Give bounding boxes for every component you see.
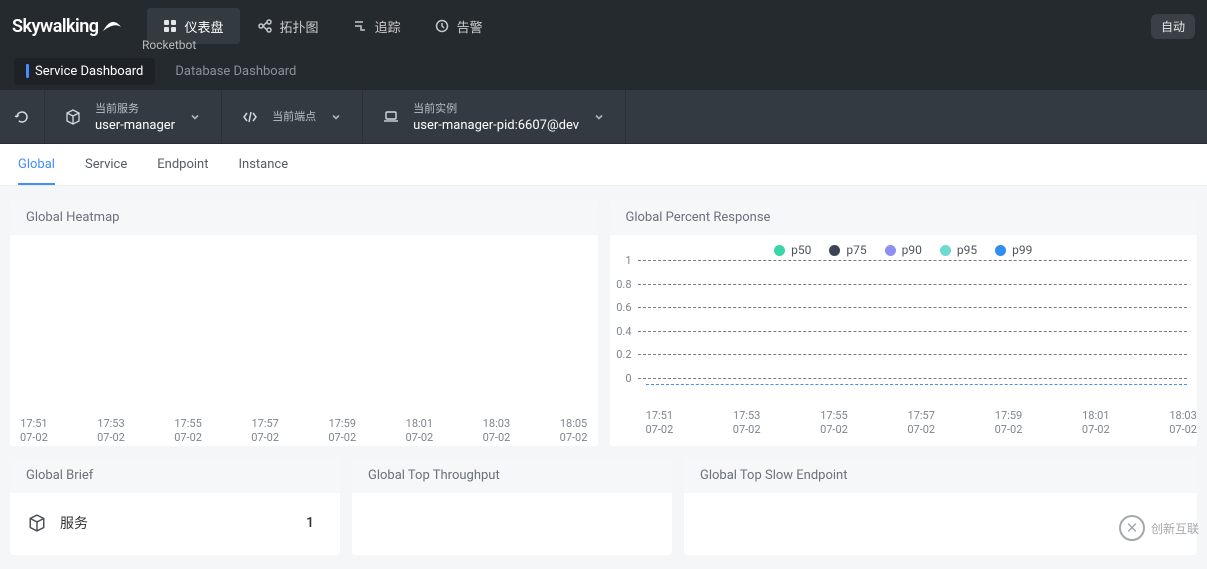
nav-trace-label: 追踪 <box>375 17 401 36</box>
y-tick: 0.8 <box>610 278 1188 291</box>
x-tick: 17:5507-02 <box>820 409 848 438</box>
instance-value: user-manager-pid:6607@dev <box>413 118 579 133</box>
y-tick: 0.6 <box>610 301 1188 314</box>
panel-slow-title: Global Top Slow Endpoint <box>684 458 1197 493</box>
tab-database-dashboard-label: Database Dashboard <box>175 64 296 79</box>
chevron-down-icon <box>593 111 605 123</box>
x-tick: 17:5107-02 <box>20 417 48 446</box>
tab-service-label: Service <box>85 157 127 172</box>
instance-text: 当前实例 user-manager-pid:6607@dev <box>413 100 579 133</box>
selector-left <box>0 90 45 143</box>
brief-row-label: 服务 <box>60 513 88 533</box>
current-endpoint-selector[interactable]: 当前端点 <box>222 90 363 143</box>
code-icon <box>242 109 258 125</box>
panel-throughput-title: Global Top Throughput <box>352 458 672 493</box>
tab-service-dashboard[interactable]: Service Dashboard <box>14 58 155 85</box>
tab-service-dashboard-label: Service Dashboard <box>35 64 143 79</box>
panel-heatmap-title: Global Heatmap <box>10 200 598 235</box>
cube-icon <box>28 514 46 532</box>
watermark-text: 创新互联 <box>1151 520 1199 537</box>
tab-endpoint[interactable]: Endpoint <box>157 145 208 184</box>
tab-service[interactable]: Service <box>85 145 127 184</box>
x-tick: 17:5907-02 <box>328 417 356 446</box>
tab-instance-label: Instance <box>238 157 288 172</box>
x-tick: 17:5707-02 <box>907 409 935 438</box>
chevron-down-icon <box>330 111 342 123</box>
refresh-button[interactable] <box>14 109 30 125</box>
row-1: Global Heatmap 17:5107-02 17:5307-02 17:55… <box>10 200 1197 446</box>
brief-row-service: 服务 1 <box>24 501 326 545</box>
row-2: Global Brief 服务 1 Global Top Throughput … <box>10 458 1197 555</box>
endpoint-label: 当前端点 <box>272 108 316 124</box>
alarm-icon <box>435 19 449 33</box>
response-x-axis: 17:5107-02 17:5307-02 17:5507-02 17:5707-02… <box>610 407 1198 438</box>
tab-database-dashboard[interactable]: Database Dashboard <box>163 58 308 85</box>
current-instance-selector[interactable]: 当前实例 user-manager-pid:6607@dev <box>363 90 626 143</box>
content-area: Global Heatmap 17:5107-02 17:5307-02 17:55… <box>0 186 1207 569</box>
watermark: ✕ 创新互联 <box>1119 515 1199 541</box>
x-tick: 17:5307-02 <box>97 417 125 446</box>
brand-text: Skywalking <box>12 16 99 37</box>
heatmap-body <box>10 235 598 413</box>
brief-body: 服务 1 <box>10 493 340 555</box>
topology-icon <box>258 19 272 33</box>
nav-dashboard-subtitle: Rocketbot <box>142 38 196 52</box>
endpoint-text: 当前端点 <box>272 108 316 126</box>
nav-dashboard-label: 仪表盘 <box>185 17 224 36</box>
current-service-selector[interactable]: 当前服务 user-manager <box>45 90 222 143</box>
auto-refresh-button[interactable]: 自动 <box>1151 14 1195 39</box>
brand-logo: Skywalking <box>12 16 123 37</box>
x-tick: 17:5507-02 <box>174 417 202 446</box>
cube-icon <box>65 109 81 125</box>
auto-refresh-label: 自动 <box>1161 20 1185 34</box>
x-tick: 17:5907-02 <box>995 409 1023 438</box>
response-chart: 00.20.40.60.81 <box>610 267 1198 407</box>
dashboard-tabs: Service Dashboard Database Dashboard <box>0 52 1207 90</box>
dashboard-icon <box>163 19 177 33</box>
service-label: 当前服务 <box>95 100 175 116</box>
nav-items: 仪表盘 拓扑图 追踪 告警 <box>147 8 499 44</box>
panel-response-title: Global Percent Response <box>610 200 1198 235</box>
instance-label: 当前实例 <box>413 100 579 116</box>
nav-alarm-label: 告警 <box>457 17 483 36</box>
nav-topology[interactable]: 拓扑图 <box>242 8 335 44</box>
x-tick: 17:5307-02 <box>733 409 761 438</box>
nav-alarm[interactable]: 告警 <box>419 8 499 44</box>
tab-instance[interactable]: Instance <box>238 145 288 184</box>
tab-global-label: Global <box>18 157 55 172</box>
chevron-down-icon <box>189 111 201 123</box>
nav-topology-label: 拓扑图 <box>280 17 319 36</box>
nav-trace[interactable]: 追踪 <box>337 8 417 44</box>
panel-response: Global Percent Response p50p75p90p95p99 … <box>610 200 1198 446</box>
panel-heatmap: Global Heatmap 17:5107-02 17:5307-02 17:55… <box>10 200 598 446</box>
response-zero-series <box>646 384 1188 385</box>
y-tick: 0.2 <box>610 348 1188 361</box>
selector-bar: 当前服务 user-manager 当前端点 当前实例 user-manager… <box>0 90 1207 144</box>
brief-row-value: 1 <box>306 515 322 531</box>
trace-icon <box>353 19 367 33</box>
x-tick: 18:0307-02 <box>483 417 511 446</box>
x-tick: 18:0107-02 <box>1082 409 1110 438</box>
y-tick: 0.4 <box>610 325 1188 338</box>
brand-swoosh-icon <box>101 17 123 35</box>
view-tabs: Global Service Endpoint Instance <box>0 144 1207 186</box>
active-indicator <box>26 64 29 78</box>
tab-global[interactable]: Global <box>18 145 55 184</box>
heatmap-x-axis: 17:5107-02 17:5307-02 17:5507-02 17:5707-02… <box>10 413 598 446</box>
x-tick: 18:0507-02 <box>560 417 588 446</box>
service-value: user-manager <box>95 118 175 133</box>
top-nav: Skywalking 仪表盘 拓扑图 追踪 告警 Rocketbot 自动 <box>0 0 1207 52</box>
y-tick: 1 <box>610 254 1188 267</box>
x-tick: 18:0307-02 <box>1169 409 1197 438</box>
laptop-icon <box>383 109 399 125</box>
x-tick: 17:5707-02 <box>251 417 279 446</box>
panel-brief: Global Brief 服务 1 <box>10 458 340 555</box>
panel-brief-title: Global Brief <box>10 458 340 493</box>
service-text: 当前服务 user-manager <box>95 100 175 133</box>
panel-throughput: Global Top Throughput <box>352 458 672 555</box>
tab-endpoint-label: Endpoint <box>157 157 208 172</box>
x-tick: 17:5107-02 <box>646 409 674 438</box>
x-tick: 18:0107-02 <box>405 417 433 446</box>
watermark-ring-icon: ✕ <box>1119 515 1145 541</box>
